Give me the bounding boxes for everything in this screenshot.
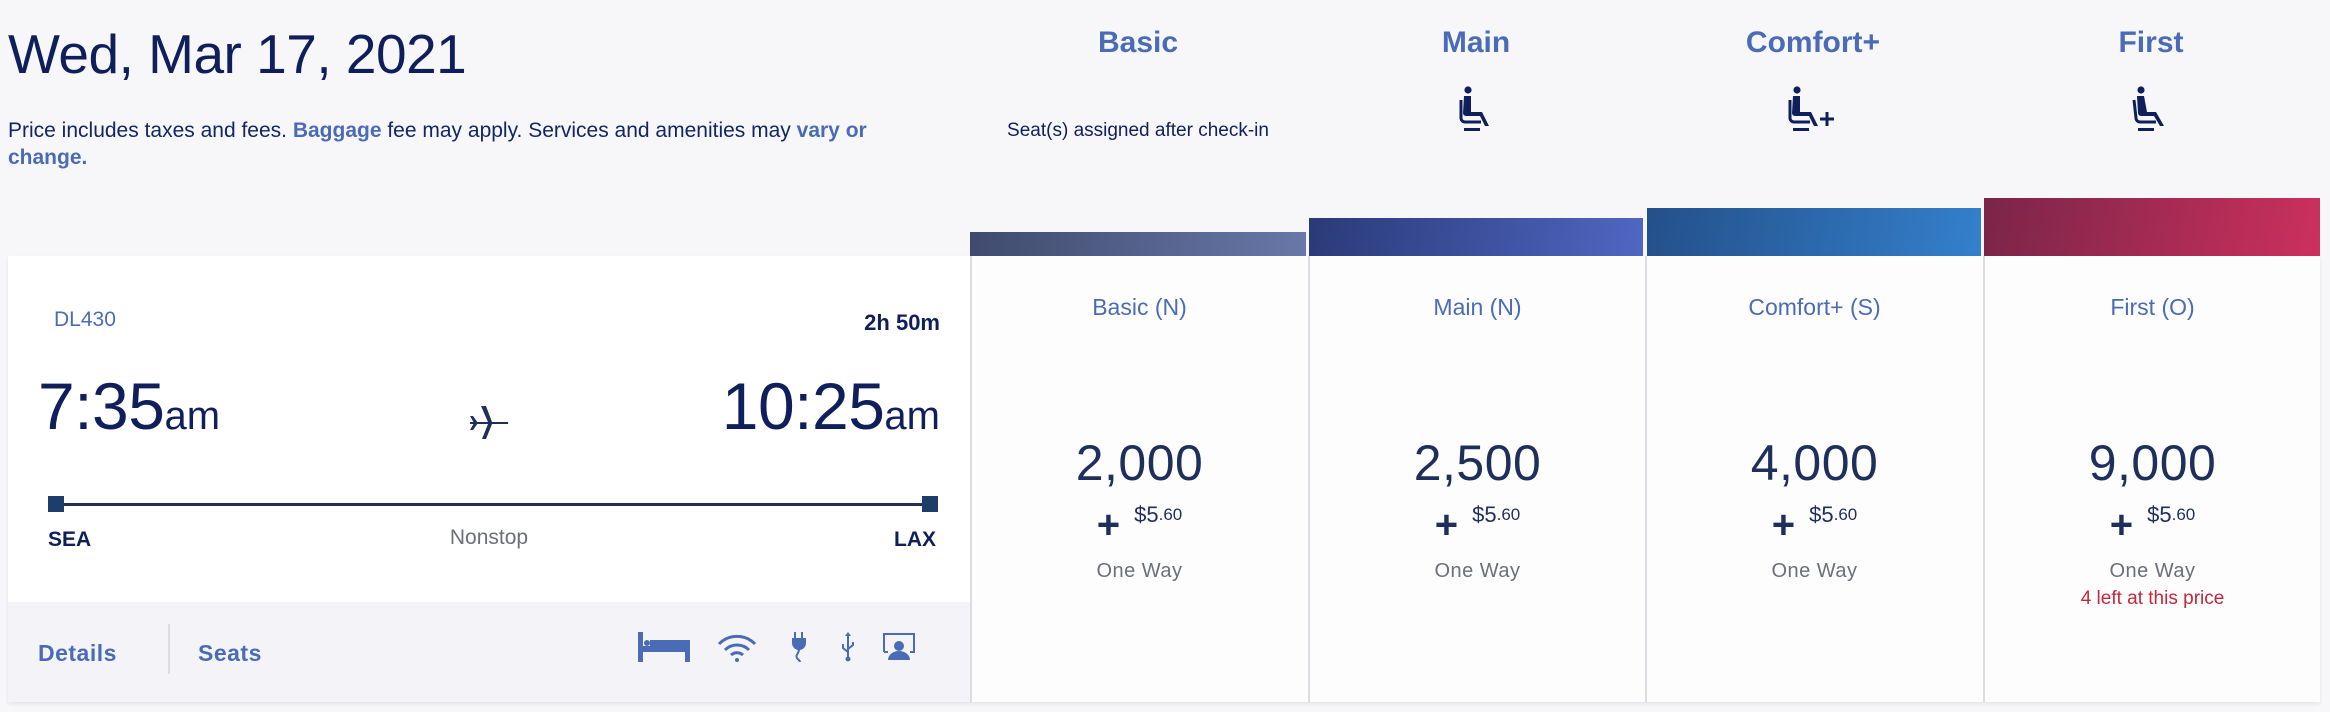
fare-option-comfort-plus[interactable]: Comfort+ (S) 4,000 + $5.60 One Way	[1645, 256, 1982, 702]
fare-cash-dollars: $5	[2147, 502, 2172, 527]
fare-class: Basic (N)	[1092, 294, 1187, 320]
cabin-header-basic[interactable]: Basic	[970, 26, 1306, 60]
destination-airport: LAX	[894, 528, 936, 551]
seat-icon	[1308, 86, 1644, 136]
cabin-header-comfort-plus[interactable]: Comfort+	[1645, 26, 1981, 60]
cabin-bar-comfort-plus	[1647, 208, 1981, 256]
route-destination-marker	[922, 496, 938, 512]
fare-cash-cents: .60	[2171, 505, 2196, 524]
fare-option-main[interactable]: Main (N) 2,500 + $5.60 One Way	[1308, 256, 1645, 702]
plus-icon: +	[2109, 503, 2134, 547]
flight-duration: 2h 50m	[864, 310, 940, 335]
fare-trip-type: One Way	[1771, 560, 1858, 582]
fare-cash-cents: .60	[1158, 505, 1183, 524]
cabin-bar-first	[1984, 198, 2320, 256]
plus-icon: +	[1096, 503, 1121, 547]
cabin-header-main[interactable]: Main	[1308, 26, 1644, 60]
details-link[interactable]: Details	[38, 640, 117, 667]
seats-link[interactable]: Seats	[198, 640, 262, 667]
price-disclaimer: Price includes taxes and fees. Baggage f…	[8, 117, 938, 171]
fare-points: 2,000	[1075, 435, 1204, 491]
fare-cash-dollars: $5	[1472, 502, 1497, 527]
cabin-header-first[interactable]: First	[1983, 26, 2319, 60]
stops-label: Nonstop	[449, 526, 529, 549]
fare-trip-type: One Way	[1434, 560, 1521, 582]
flight-info-panel: DL430 2h 50m 7:35am 10:25am SEA Nonstop …	[8, 256, 970, 702]
plus-icon: +	[1771, 503, 1796, 547]
departure-time: 7:35am	[38, 368, 220, 444]
disclaimer-text: Price includes taxes and fees.	[8, 119, 293, 142]
airplane-icon	[466, 402, 516, 447]
usb-icon	[840, 632, 856, 667]
fare-cash: + $5.60	[1985, 502, 2320, 547]
cabin-bar-main	[1309, 218, 1643, 256]
fare-option-basic[interactable]: Basic (N) 2,000 + $5.60 One Way	[970, 256, 1307, 702]
departure-ampm: am	[164, 394, 221, 438]
arrival-time: 10:25am	[722, 368, 940, 444]
cabin-bar-basic	[970, 232, 1306, 256]
disclaimer-text: fee may apply. Services and amenities ma…	[381, 119, 797, 142]
fare-cash: + $5.60	[1310, 502, 1645, 547]
seat-plus-icon	[1645, 86, 1981, 136]
arrival-time-value: 10:25	[721, 369, 885, 443]
departure-time-value: 7:35	[38, 369, 165, 443]
fare-class: Comfort+ (S)	[1748, 294, 1881, 320]
fare-cash-cents: .60	[1833, 505, 1858, 524]
page-title: Wed, Mar 17, 2021	[8, 23, 467, 85]
wifi-icon	[716, 632, 758, 667]
flight-number[interactable]: DL430	[54, 308, 116, 332]
fare-cash-dollars: $5	[1809, 502, 1834, 527]
fare-points: 4,000	[1750, 435, 1879, 491]
seats-left-alert: 4 left at this price	[2080, 588, 2225, 609]
plus-icon: +	[1434, 503, 1459, 547]
flight-card: DL430 2h 50m 7:35am 10:25am SEA Nonstop …	[8, 256, 2320, 702]
flight-card-footer: Details Seats	[8, 602, 970, 702]
baggage-link[interactable]: Baggage	[293, 119, 382, 142]
route-origin-marker	[48, 496, 64, 512]
fare-points: 9,000	[2088, 435, 2217, 491]
arrival-ampm: am	[884, 394, 940, 438]
power-outlet-icon	[790, 632, 808, 667]
footer-divider	[168, 624, 170, 674]
seat-recline-icon	[1983, 86, 2319, 136]
fare-class: Main (N)	[1433, 294, 1522, 320]
route-line	[56, 503, 938, 506]
fare-trip-type: One Way	[1096, 560, 1183, 582]
fare-option-first[interactable]: First (O) 9,000 + $5.60 One Way 4 left at…	[1983, 256, 2320, 702]
flat-bed-icon	[638, 632, 690, 667]
fare-cash-cents: .60	[1496, 505, 1521, 524]
fare-cash: + $5.60	[972, 502, 1307, 547]
fare-points: 2,500	[1413, 435, 1542, 491]
fare-cash-dollars: $5	[1134, 502, 1159, 527]
fare-cash: + $5.60	[1647, 502, 1982, 547]
fare-trip-type: One Way	[2109, 560, 2196, 582]
basic-seat-note: Seat(s) assigned after check-in	[1007, 120, 1269, 141]
personal-screen-icon	[882, 632, 916, 667]
fare-class: First (O)	[2110, 294, 2195, 320]
